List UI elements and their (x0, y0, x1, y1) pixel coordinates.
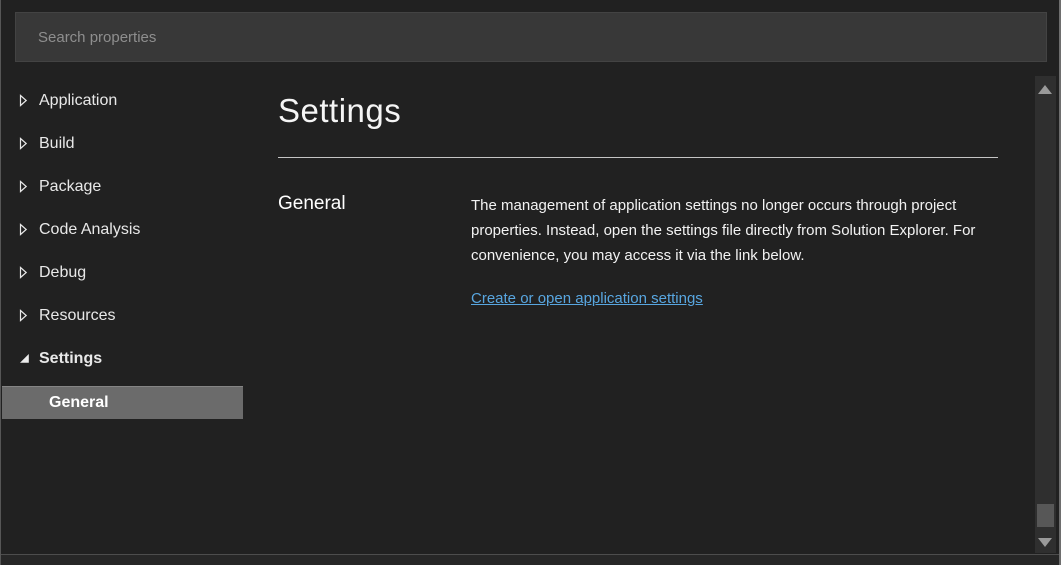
scroll-down-arrow-icon[interactable] (1038, 538, 1052, 547)
sidebar-item-label: Build (39, 134, 75, 152)
open-application-settings-link[interactable]: Create or open application settings (471, 290, 703, 307)
chevron-expanded-icon (19, 353, 30, 364)
sidebar-item-label: Resources (39, 306, 116, 324)
chevron-right-icon (19, 137, 30, 150)
chevron-right-icon (19, 223, 30, 236)
sidebar-item-application[interactable]: Application (2, 79, 243, 122)
scroll-up-arrow-icon[interactable] (1038, 85, 1052, 94)
sidebar-item-label: Application (39, 91, 118, 109)
chevron-right-icon (19, 180, 30, 193)
sidebar-item-label: Package (39, 177, 102, 195)
sidebar-item-debug[interactable]: Debug (2, 251, 243, 294)
general-section: General The management of application se… (278, 193, 998, 308)
sidebar-item-label: Code Analysis (39, 220, 141, 238)
chevron-right-icon (19, 266, 30, 279)
scrollbar-thumb[interactable] (1037, 504, 1054, 527)
horizontal-scrollbar-track[interactable] (1, 554, 1059, 565)
sidebar-item-package[interactable]: Package (2, 165, 243, 208)
page-title: Settings (278, 92, 402, 129)
sidebar-item-code-analysis[interactable]: Code Analysis (2, 208, 243, 251)
section-heading: General (278, 193, 346, 214)
sidebar-item-label: Debug (39, 263, 87, 281)
chevron-right-icon (19, 94, 30, 107)
sidebar-item-settings[interactable]: Settings (2, 337, 243, 380)
section-description: The management of application settings n… (471, 197, 976, 264)
project-properties-window: Application Build Package Code Analysis (0, 0, 1061, 565)
sidebar-item-label: Settings (39, 349, 103, 367)
sidebar-subitem-general-selected[interactable]: General (2, 386, 243, 419)
chevron-right-icon (19, 309, 30, 322)
sidebar-subitem-label: General (49, 394, 109, 411)
properties-category-sidebar: Application Build Package Code Analysis (2, 79, 243, 419)
sidebar-item-build[interactable]: Build (2, 122, 243, 165)
title-divider (278, 157, 998, 158)
vertical-scrollbar[interactable] (1035, 76, 1056, 553)
sidebar-item-resources[interactable]: Resources (2, 294, 243, 337)
settings-page: Settings General The management of appli… (278, 0, 998, 308)
section-content: The management of application settings n… (471, 193, 998, 308)
